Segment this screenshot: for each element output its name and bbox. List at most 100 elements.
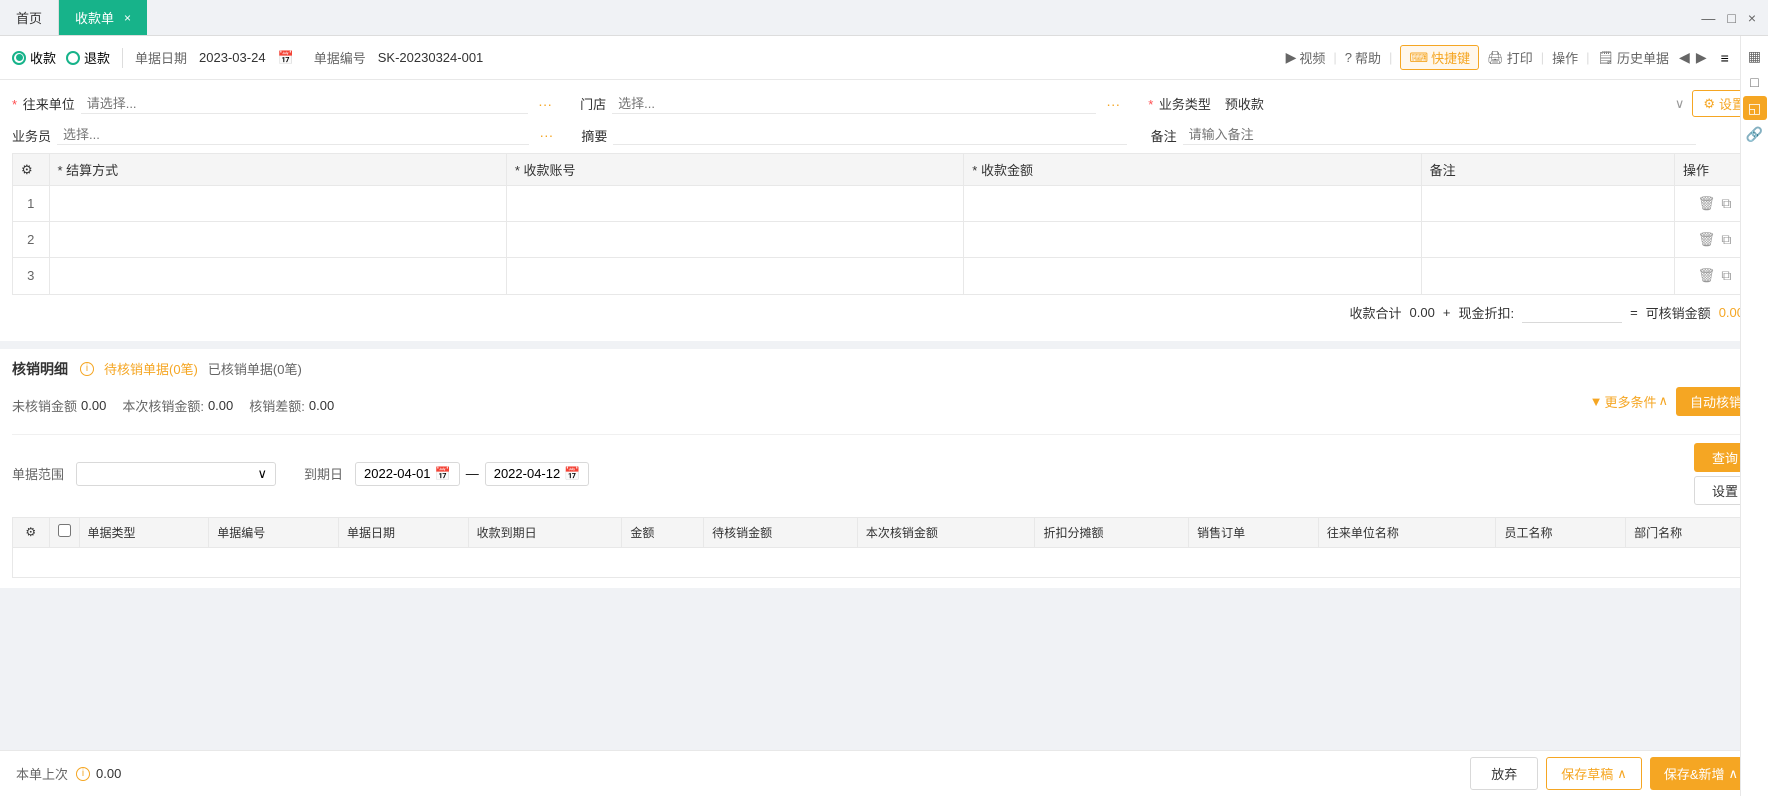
business-type-field: * 业务类型 预收款 ∨ [1148, 94, 1692, 113]
history-btn[interactable]: 🗒 历史单据 [1598, 48, 1670, 67]
divider2: | [1389, 50, 1392, 65]
footer-current-label: 本单上次 [16, 764, 68, 783]
business-type-label-text: 业务类型 [1159, 97, 1211, 112]
more-conditions-btn[interactable]: ▼ 更多条件 ∧ [1590, 392, 1668, 411]
shortcut-btn[interactable]: ⌨ 快捷键 [1400, 45, 1479, 70]
date-label: 单据日期 [135, 48, 187, 67]
row-2-copy-btn[interactable]: ⧉ [1721, 231, 1731, 248]
range-select[interactable]: ∨ [76, 462, 276, 486]
save-draft-btn[interactable]: 保存草稿 ∧ [1546, 757, 1642, 790]
tab-close-btn[interactable]: × [124, 11, 131, 25]
row-1-delete-btn[interactable]: 🗑 [1698, 195, 1716, 212]
receipt-radio[interactable]: 收款 [12, 48, 56, 67]
summary-label: 摘要 [581, 126, 607, 145]
footer-info-icon[interactable]: i [76, 767, 90, 781]
row-3-copy-btn[interactable]: ⧉ [1721, 267, 1731, 284]
list-view-btn[interactable]: ≡ [1717, 47, 1733, 68]
row-3-remark[interactable] [1421, 258, 1674, 294]
tab-home[interactable]: 首页 [0, 0, 59, 35]
footer-left: 本单上次 i 0.00 [16, 764, 121, 783]
next-btn[interactable]: ▶ [1694, 47, 1709, 68]
shop-ellipsis-btn[interactable]: ··· [1102, 96, 1124, 112]
staff-ellipsis-btn[interactable]: ··· [535, 127, 557, 143]
verify-header: 核销明细 i 待核销单据(0笔) 已核销单据(0笔) [12, 359, 1756, 379]
row-num-3: 3 [13, 258, 49, 294]
sidebar-icon-3[interactable]: ◱ [1743, 96, 1767, 120]
save-new-btn[interactable]: 保存&新增 ∧ [1650, 757, 1752, 790]
shop-input[interactable] [612, 94, 1096, 114]
counterparty-input[interactable] [81, 94, 528, 114]
refund-radio[interactable]: 退款 [66, 48, 110, 67]
calendar-icon[interactable]: 📅 [278, 50, 294, 66]
sidebar-icon-2[interactable]: □ [1743, 70, 1767, 94]
row-1-account[interactable] [506, 186, 963, 222]
th-settings[interactable]: ⚙ [13, 154, 49, 186]
date-to-input[interactable]: 2022-04-12 📅 [485, 462, 590, 486]
window-close-btn[interactable]: × [1744, 8, 1760, 28]
row-2-payment[interactable] [49, 222, 506, 258]
remark-input[interactable] [1183, 125, 1696, 145]
remark-field: 备注 [1151, 125, 1696, 145]
tab-current[interactable]: 收款单 × [59, 0, 147, 35]
footer-current-value: 0.00 [96, 766, 121, 781]
staff-field: 业务员 ··· [12, 125, 557, 145]
print-btn[interactable]: 🖨 打印 [1487, 48, 1533, 67]
shortcut-icon: ⌨ [1409, 50, 1428, 66]
video-btn[interactable]: ▶ 视频 [1286, 48, 1326, 67]
window-minimize-btn[interactable]: — [1697, 8, 1719, 28]
operate-btn[interactable]: 操作 [1552, 48, 1578, 67]
bth-sales-order: 销售订单 [1189, 518, 1319, 548]
window-maximize-btn[interactable]: □ [1723, 8, 1739, 28]
row-3-account[interactable] [506, 258, 963, 294]
discount-label: 现金折扣: [1458, 303, 1514, 322]
table-row: 2 🗑 ⧉ [13, 222, 1755, 258]
remark-label: 备注 [1151, 126, 1177, 145]
row-1-copy-btn[interactable]: ⧉ [1721, 195, 1731, 212]
diff-value: 0.00 [309, 398, 334, 413]
row-1-payment[interactable] [49, 186, 506, 222]
select-all-checkbox[interactable] [58, 524, 71, 537]
bottom-table-header: ⚙ 单据类型 单据编号 单据日期 收款到期日 金额 待核销金额 本次核销金额 折… [13, 518, 1755, 548]
counterparty-field: * 往来单位 ··· [12, 94, 556, 114]
discount-input[interactable] [1522, 303, 1622, 323]
bth-staff: 员工名称 [1496, 518, 1626, 548]
summary-input[interactable] [613, 125, 1126, 145]
this-time-label: 本次核销金额: [122, 396, 204, 415]
verify-info-icon[interactable]: i [80, 362, 94, 376]
staff-input[interactable] [57, 125, 529, 145]
row-2-account[interactable] [506, 222, 963, 258]
business-type-dropdown-icon[interactable]: ∨ [1675, 96, 1685, 112]
date-from-input[interactable]: 2022-04-01 📅 [355, 462, 460, 486]
row-3-payment[interactable] [49, 258, 506, 294]
row-1-remark[interactable] [1421, 186, 1674, 222]
row-2-delete-btn[interactable]: 🗑 [1698, 231, 1716, 248]
sidebar-icon-1[interactable]: ▦ [1743, 44, 1767, 68]
row-2-remark[interactable] [1421, 222, 1674, 258]
bth-type: 单据类型 [79, 518, 209, 548]
help-btn[interactable]: ? 帮助 [1345, 48, 1381, 67]
th-remark: 备注 [1421, 154, 1674, 186]
abandon-btn[interactable]: 放弃 [1470, 757, 1538, 790]
tab-done[interactable]: 已核销单据(0笔) [208, 359, 302, 378]
filter-icon: ▼ [1590, 394, 1603, 409]
tab-pending[interactable]: 待核销单据(0笔) [104, 359, 198, 378]
help-icon: ? [1345, 50, 1352, 65]
row-3-delete-btn[interactable]: 🗑 [1698, 267, 1716, 284]
business-type-label: * 业务类型 [1148, 94, 1211, 113]
bth-this-time: 本次核销金额 [857, 518, 1035, 548]
save-new-chevron: ∧ [1728, 766, 1738, 782]
sidebar-icon-4[interactable]: 🔗 [1743, 122, 1767, 146]
row-3-amount[interactable] [964, 258, 1421, 294]
row-num-2: 2 [13, 222, 49, 258]
refund-label: 退款 [84, 48, 110, 67]
equals-sign: = [1630, 305, 1638, 320]
main-form: * 往来单位 ··· 门店 ··· * 业务类型 预收款 ∨ ⚙ 设置 业 [0, 80, 1768, 349]
row-1-amount[interactable] [964, 186, 1421, 222]
row-2-amount[interactable] [964, 222, 1421, 258]
divider: | [1333, 50, 1336, 65]
bth-settings[interactable]: ⚙ [13, 518, 49, 548]
prev-btn[interactable]: ◀ [1677, 47, 1692, 68]
counterparty-ellipsis-btn[interactable]: ··· [534, 96, 556, 112]
number-label: 单据编号 [314, 48, 366, 67]
tab-bar-controls: — □ × [1697, 8, 1768, 28]
